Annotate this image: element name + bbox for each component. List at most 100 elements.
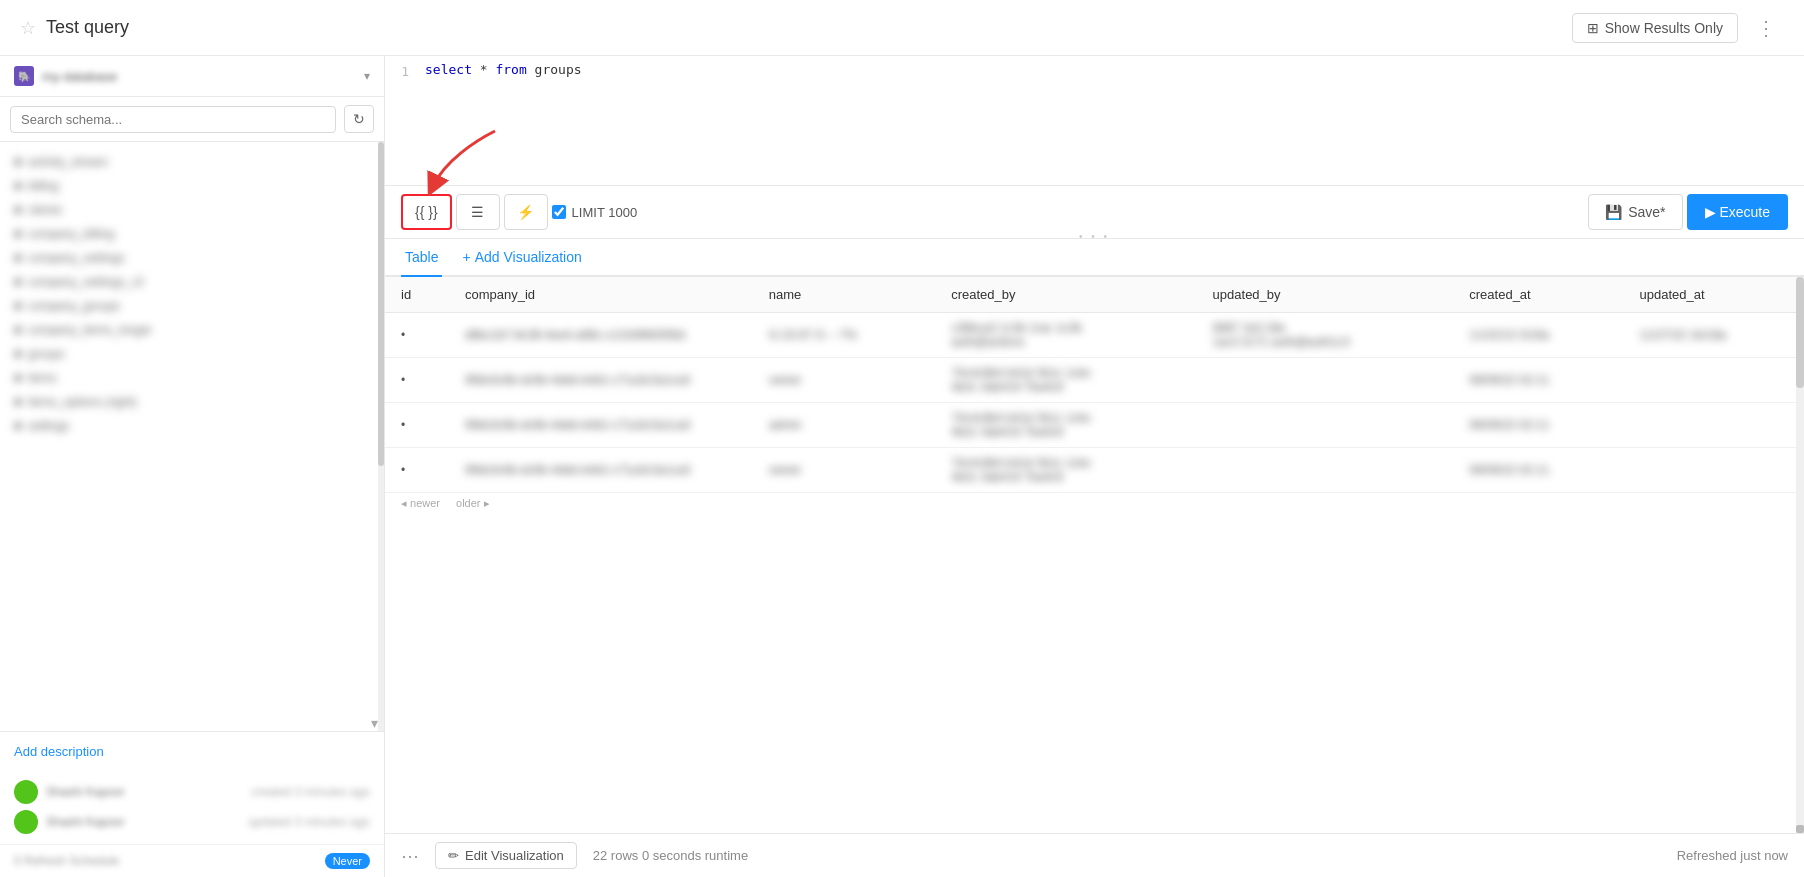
param-icon: {{ }} <box>415 204 438 220</box>
limit-section: LIMIT 1000 <box>552 205 638 220</box>
cell-created-at: 08/09/22 02:11 <box>1453 448 1623 493</box>
cell-created-at: 11/22/13 3/18a <box>1453 313 1623 358</box>
param-button[interactable]: {{ }} <box>401 194 452 230</box>
edit-icon: ✏ <box>448 848 459 863</box>
table-header: id company_id name created_by updated_by… <box>385 277 1804 313</box>
tab-table[interactable]: Table <box>401 239 442 277</box>
header-left: ☆ Test query <box>20 17 129 39</box>
cell-company-id: d8bc1b7-8c38-4ee4-a68c-c1318960056d <box>449 313 753 358</box>
table-scrollbar[interactable] <box>1796 277 1804 833</box>
save-label: Save* <box>1628 204 1665 220</box>
cell-id: • <box>385 313 449 358</box>
cell-created-by: 74c4c9b4 b41d 3b1c 1cbc4b2c 3ab419 7ba4c… <box>935 403 1196 448</box>
user-name-updated: Shashi Kapoor <box>46 815 125 829</box>
user-time-created: created 3 minutes ago <box>251 785 370 799</box>
code-editor[interactable]: 1 select * from groups <box>385 56 1804 186</box>
user-name-created: Shashi Kapoor <box>46 785 125 799</box>
cell-updated-at <box>1624 358 1804 403</box>
user-item-created: Shashi Kapoor created 3 minutes ago <box>14 780 370 804</box>
cell-updated-by <box>1197 448 1454 493</box>
limit-label: LIMIT 1000 <box>572 205 638 220</box>
line-number: 1 <box>385 62 425 79</box>
header-right: ⊞ Show Results Only ⋮ <box>1572 12 1784 44</box>
list-item[interactable]: company_settings_v2 <box>0 270 384 294</box>
cell-id: • <box>385 403 449 448</box>
list-item[interactable]: groups <box>0 342 384 366</box>
user-avatar-updated <box>14 810 38 834</box>
list-item[interactable]: company_billing <box>0 222 384 246</box>
limit-checkbox[interactable] <box>552 205 566 219</box>
add-visualization-tab[interactable]: + Add Visualization <box>458 239 585 277</box>
sidebar-footer: Add description <box>0 731 384 770</box>
list-item[interactable]: company_groups <box>0 294 384 318</box>
list-item[interactable]: billing <box>0 174 384 198</box>
sidebar: 🐘 my-database ▾ ↻ activity_stream billin… <box>0 56 385 877</box>
cell-created-by: c38bca3 1c3b 1rac 1c3bauth@actions <box>935 313 1196 358</box>
cell-name: owner <box>753 448 935 493</box>
col-updated-at: updated_at <box>1624 277 1804 313</box>
scroll-down-icon[interactable]: ▾ <box>364 715 384 731</box>
bottom-more-button[interactable]: ⋯ <box>401 845 419 867</box>
results-tabs: Table + Add Visualization <box>385 239 1804 277</box>
lightning-button[interactable]: ⚡ <box>504 194 548 230</box>
db-selector[interactable]: 🐘 my-database ▾ <box>0 56 384 97</box>
sidebar-scrollbar[interactable] <box>378 142 384 731</box>
pagination-prev: ◂ newer <box>401 497 440 510</box>
cell-id: • <box>385 358 449 403</box>
db-icon: 🐘 <box>14 66 34 86</box>
header-row: id company_id name created_by updated_by… <box>385 277 1804 313</box>
keyword-from: from <box>495 62 526 77</box>
sidebar-search-row: ↻ <box>0 97 384 142</box>
save-button[interactable]: 💾 Save* <box>1588 194 1682 230</box>
star-icon[interactable]: ☆ <box>20 17 36 39</box>
col-created-at: created_at <box>1453 277 1623 313</box>
content-area: 1 select * from groups <box>385 56 1804 877</box>
bottom-bar: ⋯ ✏ Edit Visualization 22 rows 0 seconds… <box>385 833 1804 877</box>
search-input[interactable] <box>10 106 336 133</box>
cell-created-at: 08/09/22 02:11 <box>1453 403 1623 448</box>
cell-name: owner <box>753 358 935 403</box>
code-asterisk: * <box>480 62 496 77</box>
code-content[interactable]: select * from groups <box>425 62 582 77</box>
cell-created-by: 74c4c9b4 b41d 3b1c 1cbc4b2c 3ab419 7ba4c… <box>935 358 1196 403</box>
schema-list: activity_stream billing clients company_… <box>0 142 384 731</box>
cell-updated-by: 9987 1b3 2tle1ac3 2c71 auth@auth1c3 <box>1197 313 1454 358</box>
sidebar-scrollbar-thumb <box>378 142 384 466</box>
edit-visualization-button[interactable]: ✏ Edit Visualization <box>435 842 577 869</box>
col-updated-by: updated_by <box>1197 277 1454 313</box>
refresh-schema-button[interactable]: ↻ <box>344 105 374 133</box>
cell-updated-at <box>1624 403 1804 448</box>
list-item[interactable]: items <box>0 366 384 390</box>
table-pagination-hint: ◂ newer older ▸ <box>385 493 1804 514</box>
execute-button[interactable]: ▶ Execute <box>1687 194 1788 230</box>
table-row: • d8bc1b7-8c38-4ee4-a68c-c1318960056d G-… <box>385 313 1804 358</box>
table-scrollbar-thumb <box>1796 277 1804 388</box>
list-item[interactable]: items_options (right) <box>0 390 384 414</box>
format-button[interactable]: ☰ <box>456 194 500 230</box>
list-item[interactable]: company_items_longer <box>0 318 384 342</box>
pagination-next: older ▸ <box>456 497 490 510</box>
show-results-button[interactable]: ⊞ Show Results Only <box>1572 13 1738 43</box>
list-item[interactable]: clients <box>0 198 384 222</box>
schedule-badge[interactable]: Never <box>325 853 370 869</box>
cell-company-id: 99dc0c6b-dc6b-4deb-b4d1-c71a3c3a1ca3 <box>449 403 753 448</box>
edit-viz-label: Edit Visualization <box>465 848 564 863</box>
user-time-updated: updated 3 minutes ago <box>248 815 370 829</box>
cell-name: G-23.97 G -- 7% <box>753 313 935 358</box>
cell-updated-at <box>1624 448 1804 493</box>
plus-icon: + <box>462 249 470 265</box>
list-item[interactable]: activity_stream <box>0 150 384 174</box>
header-more-button[interactable]: ⋮ <box>1748 12 1784 44</box>
table-row: • 99dc0c6b-dc6b-4deb-b4d1-c71a3c3a1ca3 o… <box>385 448 1804 493</box>
add-description-link[interactable]: Add description <box>14 744 104 759</box>
chevron-down-icon: ▾ <box>364 69 370 83</box>
list-item[interactable]: company_settings <box>0 246 384 270</box>
list-item[interactable]: settings <box>0 414 384 438</box>
user-item-updated: Shashi Kapoor updated 3 minutes ago <box>14 810 370 834</box>
cell-updated-by <box>1197 403 1454 448</box>
cell-company-id: 99dc0c6b-dc6b-4deb-b4d1-c71a3c3a1ca3 <box>449 358 753 403</box>
query-toolbar: {{ }} ☰ ⚡ LIMIT 1000 • • • 💾 Save* ▶ Exe… <box>385 186 1804 239</box>
save-icon: 💾 <box>1605 204 1622 220</box>
keyword-select: select <box>425 62 472 77</box>
col-name: name <box>753 277 935 313</box>
